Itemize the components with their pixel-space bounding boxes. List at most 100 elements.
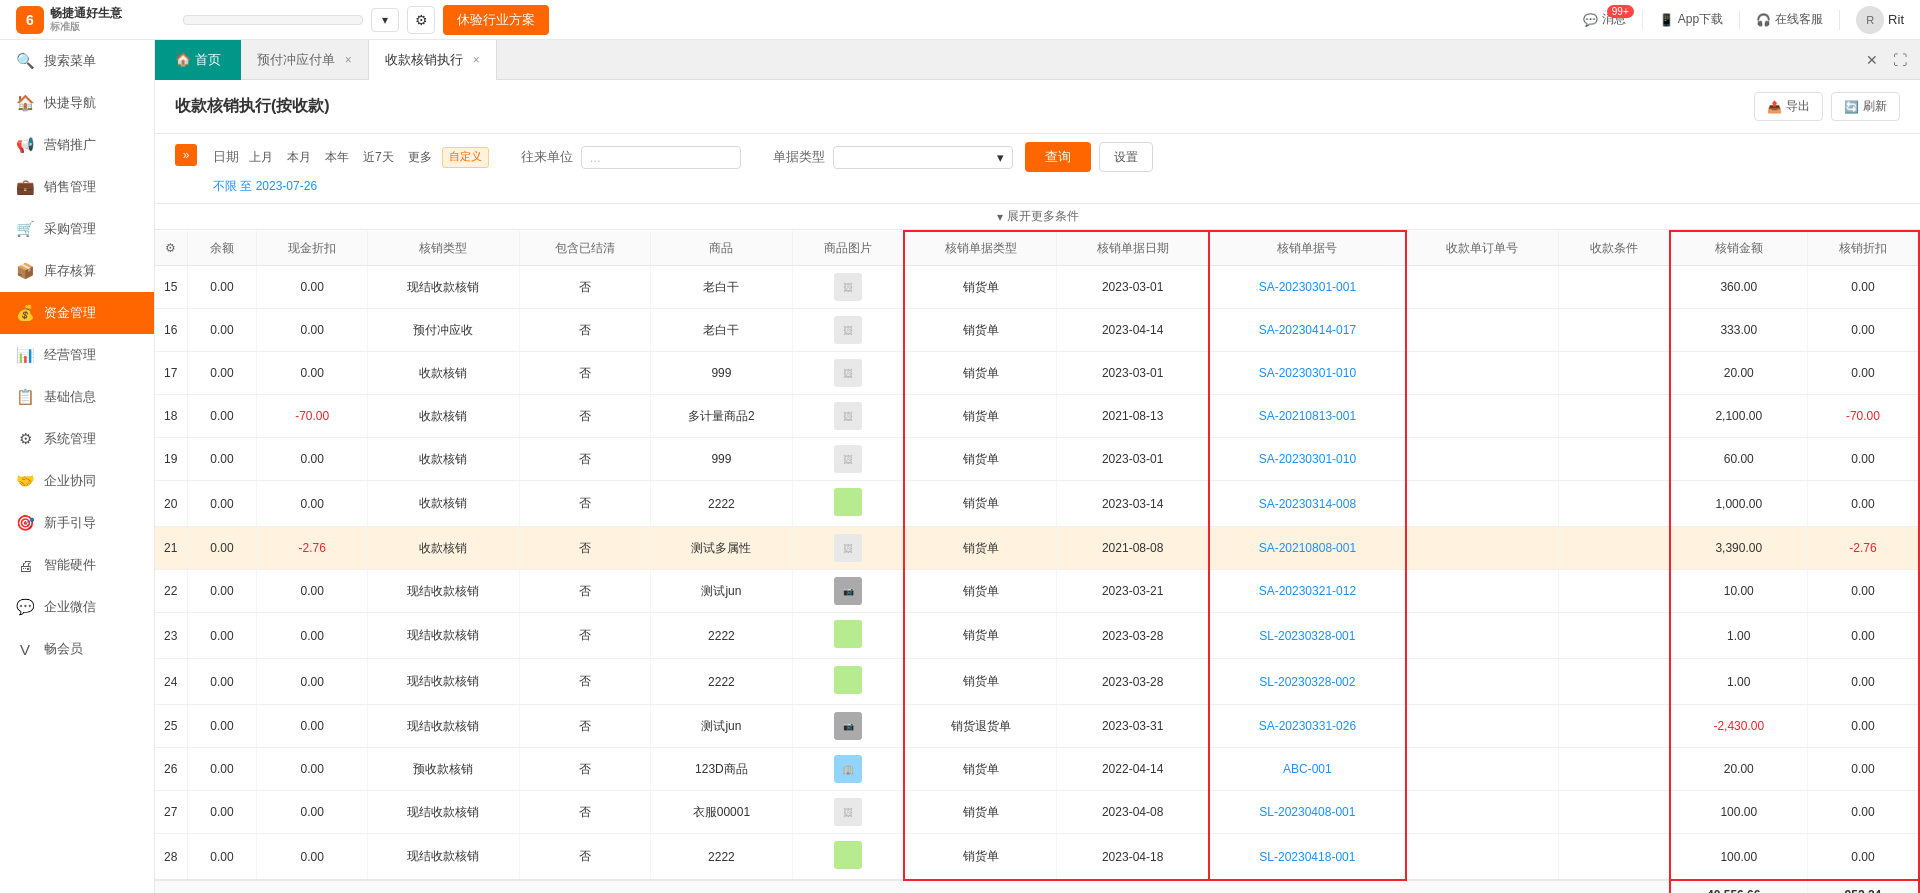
sidebar-item-经营管理[interactable]: 📊 经营管理 [0,334,154,376]
close-tab-btn[interactable]: ✕ [1860,48,1884,72]
sidebar-item-快捷导航[interactable]: 🏠 快捷导航 [0,82,154,124]
service-icon: 🎧 [1756,13,1771,27]
cell-bill-no[interactable]: SA-20230301-001 [1209,266,1406,309]
cell-settled: 否 [519,570,650,613]
sidebar-item-采购管理[interactable]: 🛒 采购管理 [0,208,154,250]
product-image [834,488,862,516]
cell-bill-type: 销货单 [904,748,1056,791]
th-settings[interactable]: ⚙ [155,231,187,266]
expand-arrow[interactable]: » [175,144,197,166]
tab-prepay-close[interactable]: × [345,54,352,66]
cell-write-off-disc: 0.00 [1807,352,1919,395]
cell-type: 预收款核销 [368,748,520,791]
dropdown-button[interactable]: ▾ [371,8,399,32]
gear-button[interactable]: ⚙ [407,6,435,34]
tab-home-label: 首页 [195,51,221,69]
cell-discount: 0.00 [257,791,368,834]
cell-bill-no[interactable]: SL-20230328-002 [1209,659,1406,705]
cell-discount: 0.00 [257,481,368,527]
table-row: 27 0.00 0.00 现结收款核销 否 衣服00001 🖼 销货单 2023… [155,791,1919,834]
cell-bill-no[interactable]: SA-20230314-008 [1209,481,1406,527]
product-image: 🏢 [834,755,862,783]
cell-settled: 否 [519,266,650,309]
th-amount: 核销金额 [1670,231,1808,266]
cell-goods-img: 🖼 [793,352,905,395]
sidebar-label: 采购管理 [44,220,96,238]
sidebar-item-新手引导[interactable]: 🎯 新手引导 [0,502,154,544]
sidebar-item-企业协同[interactable]: 🤝 企业协同 [0,460,154,502]
partner-dots: ... [590,150,601,165]
industry-button[interactable]: 休验行业方案 [443,5,549,35]
cell-goods-img: 🖼 [793,438,905,481]
cell-bill-no[interactable]: SL-20230328-001 [1209,613,1406,659]
cell-bill-no[interactable]: SA-20230301-010 [1209,352,1406,395]
cell-discount: -2.76 [257,527,368,570]
sidebar-item-库存核算[interactable]: 📦 库存核算 [0,250,154,292]
main-layout: 🔍 搜索菜单 🏠 快捷导航 📢 营销推广 💼 销售管理 🛒 采购管理 📦 库存核… [0,40,1920,893]
cell-order-no [1406,309,1558,352]
table-row: 25 0.00 0.00 现结收款核销 否 测试jun 📷 销货退货单 2023… [155,705,1919,748]
last7-link[interactable]: 近7天 [359,147,398,168]
cell-bill-date: 2021-08-13 [1057,395,1209,438]
expand-tab-btn[interactable]: ⛶ [1888,48,1912,72]
app-download-button[interactable]: 📱 App下载 [1659,11,1723,28]
sidebar-label: 新手引导 [44,514,96,532]
message-button[interactable]: 💬 消息 99+ [1583,11,1626,28]
bill-type-select[interactable]: ▾ [833,146,1013,169]
cell-settled: 否 [519,791,650,834]
sidebar-item-搜索菜单[interactable]: 🔍 搜索菜单 [0,40,154,82]
cell-bill-no[interactable]: SA-20230331-026 [1209,705,1406,748]
cell-bill-date: 2023-03-01 [1057,266,1209,309]
table-area: ⚙ 余额 现金折扣 核销类型 包含已结清 商品 商品图片 核销单据类型 核销单据… [155,230,1920,893]
cell-bill-no[interactable]: ABC-001 [1209,748,1406,791]
cell-bill-no[interactable]: SA-20210808-001 [1209,527,1406,570]
cell-bill-no[interactable]: SL-20230418-001 [1209,834,1406,881]
cell-amount: 100.00 [1670,791,1808,834]
cell-bill-no[interactable]: SA-20210813-001 [1209,395,1406,438]
collapse-btn[interactable]: » [175,144,197,166]
cell-bill-date: 2023-03-31 [1057,705,1209,748]
this-year-link[interactable]: 本年 [321,147,353,168]
table-header-row: ⚙ 余额 现金折扣 核销类型 包含已结清 商品 商品图片 核销单据类型 核销单据… [155,231,1919,266]
last-month-link[interactable]: 上月 [245,147,277,168]
tab-writeoff-close[interactable]: × [473,54,480,66]
sidebar-item-资金管理[interactable]: 💰 资金管理 [0,292,154,334]
tab-write-off[interactable]: 收款核销执行 × [369,40,497,80]
cell-settled: 否 [519,748,650,791]
cell-bill-no[interactable]: SA-20230321-012 [1209,570,1406,613]
sidebar-item-基础信息[interactable]: 📋 基础信息 [0,376,154,418]
tab-prepay-label: 预付冲应付单 [257,51,335,69]
sidebar-item-销售管理[interactable]: 💼 销售管理 [0,166,154,208]
sidebar-item-企业微信[interactable]: 💬 企业微信 [0,586,154,628]
refresh-button[interactable]: 🔄 刷新 [1831,92,1900,121]
query-button[interactable]: 查询 [1025,142,1091,172]
sidebar-item-系统管理[interactable]: ⚙ 系统管理 [0,418,154,460]
export-button[interactable]: 📤 导出 [1754,92,1823,121]
cell-order-no [1406,266,1558,309]
sidebar-item-营销推广[interactable]: 📢 营销推广 [0,124,154,166]
custom-link[interactable]: 自定义 [442,147,489,168]
user-area[interactable]: R Rit [1856,6,1904,34]
this-month-link[interactable]: 本月 [283,147,315,168]
cell-no: 22 [155,570,187,613]
tab-prepay[interactable]: 预付冲应付单 × [241,40,369,80]
tab-home[interactable]: 🏠 首页 [155,40,241,80]
expand-more-btn[interactable]: ▾ 展开更多条件 [997,208,1079,225]
setting-button[interactable]: 设置 [1099,142,1153,172]
sidebar-label: 营销推广 [44,136,96,154]
online-service-button[interactable]: 🎧 在线客服 [1756,11,1823,28]
cell-write-off-disc: 0.00 [1807,570,1919,613]
sidebar-item-畅会员[interactable]: V 畅会员 [0,628,154,670]
cell-bill-no[interactable]: SA-20230301-010 [1209,438,1406,481]
sidebar-item-智能硬件[interactable]: 🖨 智能硬件 [0,544,154,586]
cell-settled: 否 [519,438,650,481]
more-link[interactable]: 更多 [404,147,436,168]
divider2 [1739,10,1740,30]
cell-goods: 999 [650,352,793,395]
product-image: 🖼 [834,402,862,430]
cell-bill-no[interactable]: SL-20230408-001 [1209,791,1406,834]
cell-discount: 0.00 [257,834,368,881]
page-title: 收款核销执行(按收款) [175,96,330,117]
partner-input-wrap[interactable]: ... [581,146,741,169]
cell-bill-no[interactable]: SA-20230414-017 [1209,309,1406,352]
